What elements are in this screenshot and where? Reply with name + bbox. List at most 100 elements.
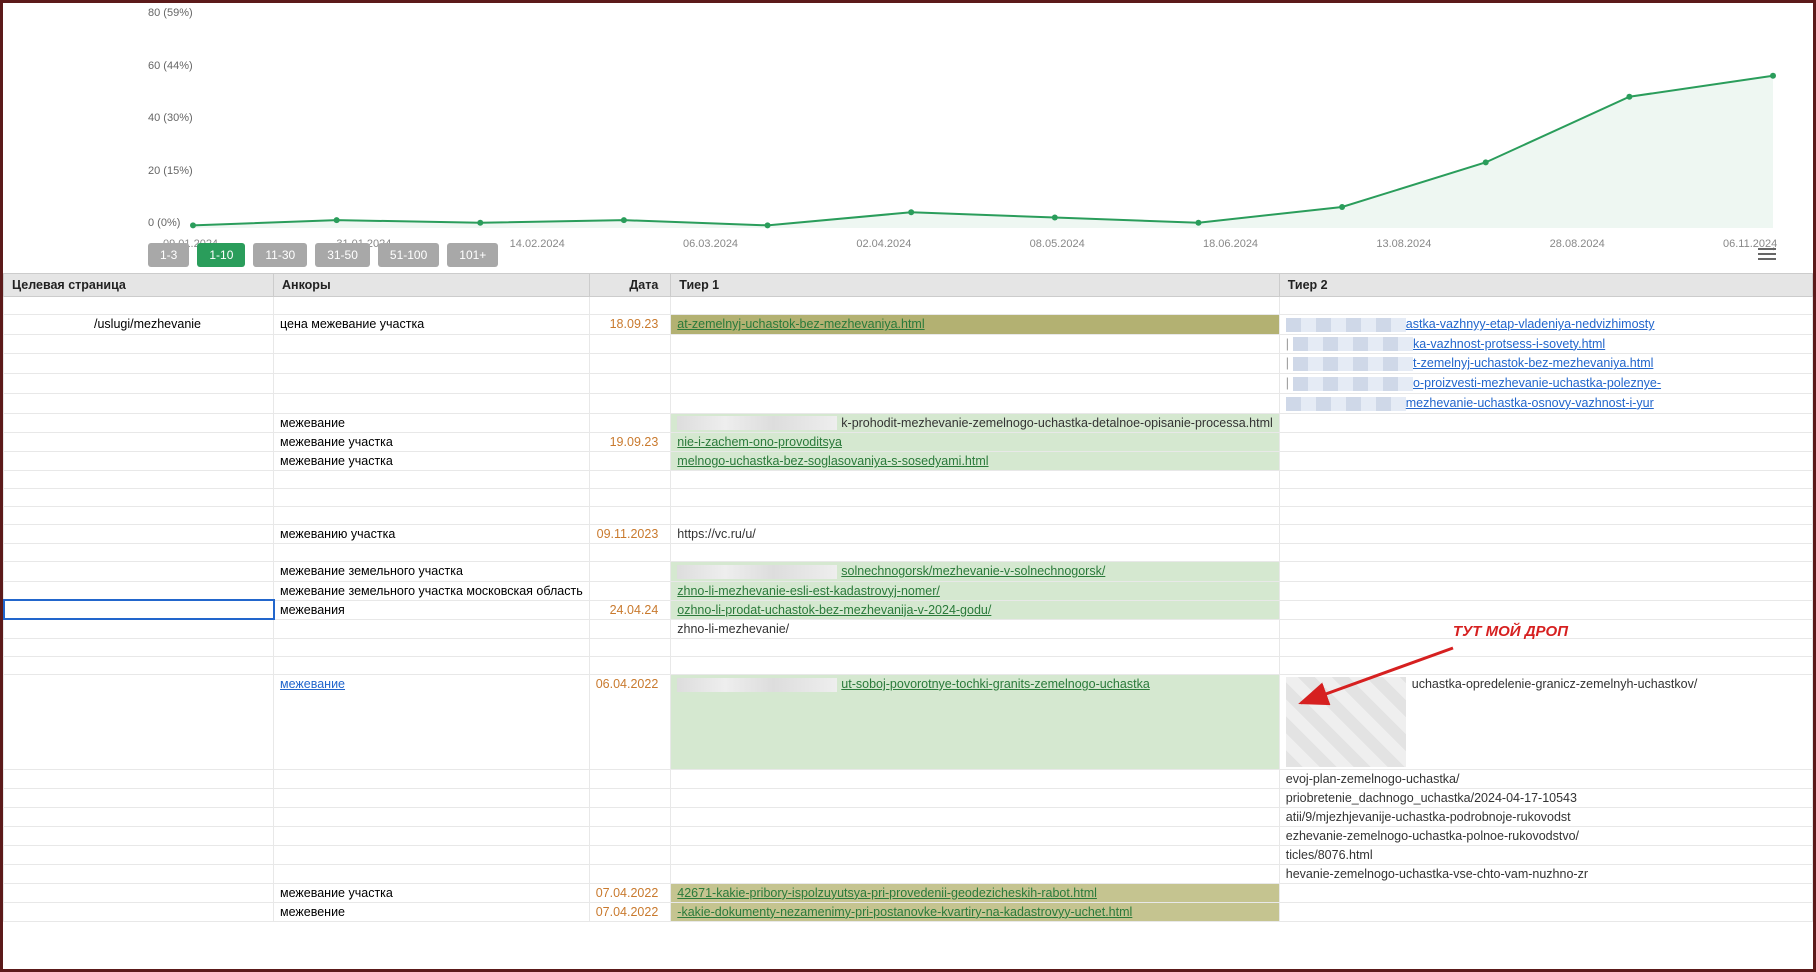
cell-anchor[interactable] [274, 826, 590, 845]
cell-tier1[interactable] [671, 864, 1279, 883]
cell-date[interactable] [589, 471, 671, 489]
cell-tier2[interactable] [1279, 297, 1812, 315]
cell-date[interactable]: 09.11.2023 [589, 525, 671, 544]
cell-tier1[interactable] [671, 374, 1279, 394]
cell-tier2[interactable] [1279, 600, 1812, 619]
cell-tier1[interactable]: 42671-kakie-pribory-ispolzuyutsya-pri-pr… [671, 883, 1279, 902]
cell-tier1[interactable]: solnechnogorsk/mezhevanie-v-solnechnogor… [671, 562, 1279, 582]
cell-date[interactable] [589, 297, 671, 315]
cell-tier2[interactable]: hevanie-zemelnogo-uchastka-vse-chto-vam-… [1279, 864, 1812, 883]
cell-tier2[interactable] [1279, 581, 1812, 600]
cell-tier1[interactable]: melnogo-uchastka-bez-soglasovaniya-s-sos… [671, 452, 1279, 471]
cell-tier2[interactable]: |o-proizvesti-mezhevanie-uchastka-polezn… [1279, 374, 1812, 394]
cell-date[interactable]: 06.04.2022 [589, 674, 671, 769]
cell-anchor[interactable]: межевание участка [274, 433, 590, 452]
cell-target[interactable] [4, 489, 274, 507]
header-anchors[interactable]: Анкоры [274, 274, 590, 297]
cell-tier1[interactable] [671, 845, 1279, 864]
header-tier1[interactable]: Тиер 1 [671, 274, 1279, 297]
cell-anchor[interactable]: цена межевание участка [274, 315, 590, 335]
cell-anchor[interactable] [274, 807, 590, 826]
cell-target[interactable] [4, 788, 274, 807]
cell-tier1[interactable] [671, 638, 1279, 656]
cell-date[interactable] [589, 334, 671, 354]
cell-tier2[interactable] [1279, 525, 1812, 544]
cell-anchor[interactable] [274, 471, 590, 489]
cell-anchor[interactable] [274, 507, 590, 525]
cell-tier2[interactable]: |t-zemelnyj-uchastok-bez-mezhevaniya.htm… [1279, 354, 1812, 374]
cell-target[interactable] [4, 619, 274, 638]
cell-date[interactable] [589, 393, 671, 413]
cell-tier2[interactable] [1279, 656, 1812, 674]
cell-anchor[interactable] [274, 334, 590, 354]
cell-tier1[interactable] [671, 393, 1279, 413]
cell-target[interactable] [4, 902, 274, 921]
cell-target[interactable]: /uslugi/mezhevanie [4, 315, 274, 335]
cell-tier1[interactable] [671, 471, 1279, 489]
cell-tier1[interactable] [671, 334, 1279, 354]
cell-anchor[interactable] [274, 864, 590, 883]
cell-anchor[interactable] [274, 845, 590, 864]
cell-target[interactable] [4, 433, 274, 452]
cell-date[interactable] [589, 489, 671, 507]
cell-target[interactable] [4, 374, 274, 394]
cell-anchor[interactable]: межевание [274, 413, 590, 433]
header-date[interactable]: Дата [589, 274, 671, 297]
cell-target[interactable] [4, 297, 274, 315]
cell-anchor[interactable] [274, 489, 590, 507]
range-button-101+[interactable]: 101+ [447, 243, 498, 267]
cell-anchor[interactable] [274, 297, 590, 315]
cell-target[interactable] [4, 413, 274, 433]
cell-tier1[interactable] [671, 656, 1279, 674]
range-button-1-10[interactable]: 1-10 [197, 243, 245, 267]
cell-tier1[interactable]: at-zemelnyj-uchastok-bez-mezhevaniya.htm… [671, 315, 1279, 335]
cell-anchor[interactable] [274, 656, 590, 674]
range-button-31-50[interactable]: 31-50 [315, 243, 370, 267]
cell-date[interactable]: 19.09.23 [589, 433, 671, 452]
cell-tier1[interactable] [671, 788, 1279, 807]
cell-anchor[interactable]: межевение [274, 902, 590, 921]
cell-target[interactable] [4, 525, 274, 544]
cell-target[interactable] [4, 452, 274, 471]
cell-tier1[interactable] [671, 807, 1279, 826]
cell-anchor[interactable] [274, 393, 590, 413]
cell-target[interactable] [4, 656, 274, 674]
cell-target[interactable] [4, 845, 274, 864]
cell-anchor[interactable] [274, 769, 590, 788]
header-target[interactable]: Целевая страница [4, 274, 274, 297]
cell-anchor[interactable]: межевание земельного участка [274, 562, 590, 582]
cell-target[interactable] [4, 826, 274, 845]
cell-target[interactable] [4, 807, 274, 826]
cell-tier2[interactable]: priobretenie_dachnogo_uchastka/2024-04-1… [1279, 788, 1812, 807]
cell-tier1[interactable]: nie-i-zachem-ono-provoditsya [671, 433, 1279, 452]
cell-date[interactable] [589, 581, 671, 600]
chart-menu-icon[interactable] [1758, 245, 1778, 265]
cell-anchor[interactable] [274, 374, 590, 394]
cell-target[interactable] [4, 334, 274, 354]
cell-date[interactable] [589, 544, 671, 562]
cell-tier1[interactable]: zhno-li-mezhevanie-esli-est-kadastrovyj-… [671, 581, 1279, 600]
cell-tier2[interactable] [1279, 883, 1812, 902]
cell-date[interactable]: 07.04.2022 [589, 902, 671, 921]
cell-tier1[interactable]: -kakie-dokumenty-nezamenimy-pri-postanov… [671, 902, 1279, 921]
cell-date[interactable] [589, 845, 671, 864]
cell-date[interactable] [589, 413, 671, 433]
cell-anchor[interactable] [274, 619, 590, 638]
cell-anchor[interactable]: межевание [274, 674, 590, 769]
cell-tier2[interactable]: uchastka-opredelenie-granicz-zemelnyh-uc… [1279, 674, 1812, 769]
cell-date[interactable] [589, 374, 671, 394]
cell-anchor[interactable] [274, 354, 590, 374]
cell-anchor[interactable] [274, 638, 590, 656]
cell-date[interactable] [589, 826, 671, 845]
cell-tier2[interactable]: evoj-plan-zemelnogo-uchastka/ [1279, 769, 1812, 788]
cell-tier1[interactable]: k-prohodit-mezhevanie-zemelnogo-uchastka… [671, 413, 1279, 433]
cell-anchor[interactable]: межевания [274, 600, 590, 619]
cell-date[interactable] [589, 807, 671, 826]
cell-target[interactable] [4, 864, 274, 883]
cell-target[interactable] [4, 471, 274, 489]
cell-target[interactable] [4, 638, 274, 656]
cell-date[interactable] [589, 354, 671, 374]
cell-target[interactable] [4, 674, 274, 769]
range-button-11-30[interactable]: 11-30 [253, 243, 307, 267]
cell-tier2[interactable] [1279, 471, 1812, 489]
